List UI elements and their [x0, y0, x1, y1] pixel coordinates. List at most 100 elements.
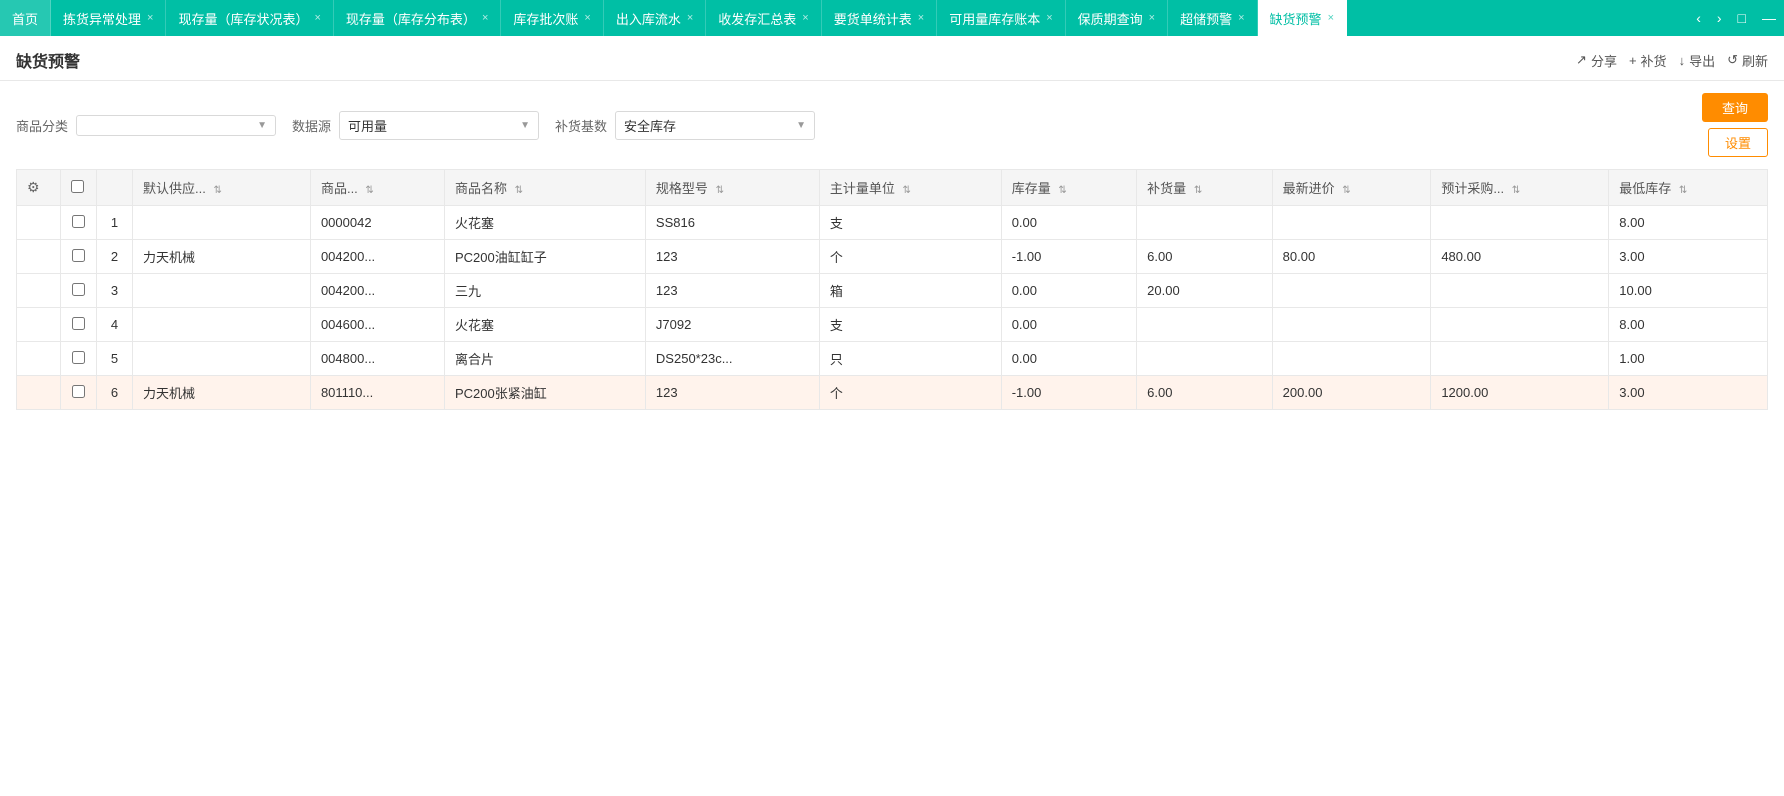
row-select-3[interactable]: [72, 317, 85, 330]
row-select-4[interactable]: [72, 351, 85, 364]
row-spec-0: SS816: [645, 206, 819, 240]
tab-shortage[interactable]: 缺货预警 ×: [1258, 0, 1347, 36]
tab-close-stock-status[interactable]: ×: [314, 12, 320, 24]
col-header-est-purchase[interactable]: 预计采购... ⇅: [1431, 170, 1609, 206]
row-checkbox-1[interactable]: [61, 240, 97, 274]
row-stock-2: 0.00: [1001, 274, 1136, 308]
tab-close-avail-ledger[interactable]: ×: [1046, 12, 1052, 24]
row-no-2: 3: [97, 274, 133, 308]
main-content: 缺货预警 ↗ 分享 + 补货 ↓ 导出 ↺ 刷新 商品分类: [0, 36, 1784, 796]
tab-stock-status[interactable]: 现存量（库存状况表） ×: [166, 0, 333, 36]
tab-next-button[interactable]: ›: [1709, 10, 1730, 26]
share-button[interactable]: ↗ 分享: [1576, 51, 1617, 70]
replenish-base-dropdown-icon: ▼: [796, 120, 806, 131]
settings-button[interactable]: 设置: [1708, 128, 1768, 157]
row-unit-5: 个: [819, 376, 1001, 410]
tab-inout-flow[interactable]: 出入库流水 ×: [604, 0, 706, 36]
datasource-select[interactable]: 可用量 ▼: [339, 111, 539, 140]
row-spec-2: 123: [645, 274, 819, 308]
tab-close-inout-flow[interactable]: ×: [687, 12, 693, 24]
table-row: 1 0000042 火花塞 SS816 支 0.00 8.00: [17, 206, 1768, 240]
row-checkbox-4[interactable]: [61, 342, 97, 376]
row-no-5: 6: [97, 376, 133, 410]
row-unit-0: 支: [819, 206, 1001, 240]
row-checkbox-3[interactable]: [61, 308, 97, 342]
sort-unit-icon: ⇅: [903, 185, 911, 196]
row-goods-name-3: 火花塞: [445, 308, 646, 342]
row-settings-0: [17, 206, 61, 240]
row-min-stock-0: 8.00: [1609, 206, 1768, 240]
row-goods-code-1: 004200...: [310, 240, 444, 274]
tab-stock-dist[interactable]: 现存量（库存分布表） ×: [334, 0, 501, 36]
col-header-latest-price[interactable]: 最新进价 ⇅: [1272, 170, 1431, 206]
tab-close-process[interactable]: ×: [147, 12, 153, 24]
row-select-0[interactable]: [72, 215, 85, 228]
row-goods-code-5: 801110...: [310, 376, 444, 410]
category-select[interactable]: ▼: [76, 115, 276, 136]
row-stock-1: -1.00: [1001, 240, 1136, 274]
col-header-goods-name[interactable]: 商品名称 ⇅: [445, 170, 646, 206]
replenish-base-filter-group: 补货基数 安全库存 ▼: [555, 111, 815, 140]
row-goods-name-4: 离合片: [445, 342, 646, 376]
col-header-min-stock[interactable]: 最低库存 ⇅: [1609, 170, 1768, 206]
tab-avail-ledger[interactable]: 可用量库存账本 ×: [937, 0, 1065, 36]
tab-close-stock-dist[interactable]: ×: [482, 12, 488, 24]
sort-spec-icon: ⇅: [716, 185, 724, 196]
tab-close-overstock[interactable]: ×: [1238, 12, 1244, 24]
row-replenish-5: 6.00: [1137, 376, 1272, 410]
col-header-no: [97, 170, 133, 206]
row-select-5[interactable]: [72, 385, 85, 398]
row-spec-1: 123: [645, 240, 819, 274]
refresh-button[interactable]: ↺ 刷新: [1727, 51, 1768, 70]
query-button[interactable]: 查询: [1702, 93, 1768, 122]
row-stock-3: 0.00: [1001, 308, 1136, 342]
col-header-goods-code[interactable]: 商品... ⇅: [310, 170, 444, 206]
tab-expiry-query[interactable]: 保质期查询 ×: [1066, 0, 1168, 36]
row-checkbox-0[interactable]: [61, 206, 97, 240]
row-stock-5: -1.00: [1001, 376, 1136, 410]
tab-close-shortage[interactable]: ×: [1328, 12, 1334, 24]
tab-batch-account[interactable]: 库存批次账 ×: [501, 0, 603, 36]
tab-overstock[interactable]: 超储预警 ×: [1168, 0, 1257, 36]
row-supplier-3: [133, 308, 311, 342]
col-header-supplier[interactable]: 默认供应... ⇅: [133, 170, 311, 206]
row-checkbox-2[interactable]: [61, 274, 97, 308]
sort-goods-code-icon: ⇅: [365, 185, 373, 196]
tab-close-expiry-query[interactable]: ×: [1149, 12, 1155, 24]
row-checkbox-5[interactable]: [61, 376, 97, 410]
export-button[interactable]: ↓ 导出: [1679, 51, 1716, 70]
select-all-checkbox[interactable]: [71, 180, 84, 193]
row-latest-price-5: 200.00: [1272, 376, 1431, 410]
col-header-unit[interactable]: 主计量单位 ⇅: [819, 170, 1001, 206]
row-supplier-1: 力天机械: [133, 240, 311, 274]
tab-maximize-button[interactable]: □: [1730, 10, 1754, 26]
table-row: 2 力天机械 004200... PC200油缸缸子 123 个 -1.00 6…: [17, 240, 1768, 274]
tab-process[interactable]: 拣货异常处理 ×: [51, 0, 166, 36]
row-select-1[interactable]: [72, 249, 85, 262]
settings-gear-icon[interactable]: ⚙: [27, 179, 40, 195]
row-est-purchase-4: [1431, 342, 1609, 376]
tab-close-recv-summary[interactable]: ×: [802, 12, 808, 24]
sort-min-stock-icon: ⇅: [1679, 185, 1687, 196]
replenish-button[interactable]: + 补货: [1629, 51, 1667, 70]
share-icon: ↗: [1576, 52, 1587, 68]
row-min-stock-4: 1.00: [1609, 342, 1768, 376]
col-header-stock[interactable]: 库存量 ⇅: [1001, 170, 1136, 206]
filter-actions: 查询 设置: [1702, 93, 1768, 157]
page-title: 缺货预警: [16, 48, 80, 72]
col-header-settings: ⚙: [17, 170, 61, 206]
tab-order-stat[interactable]: 要货单统计表 ×: [822, 0, 937, 36]
row-select-2[interactable]: [72, 283, 85, 296]
tab-home[interactable]: 首页: [0, 0, 51, 36]
tab-prev-button[interactable]: ‹: [1688, 10, 1709, 26]
tab-recv-summary[interactable]: 收发存汇总表 ×: [706, 0, 821, 36]
sort-latest-price-icon: ⇅: [1342, 185, 1350, 196]
tab-minimize-button[interactable]: —: [1754, 10, 1784, 26]
replenish-base-select[interactable]: 安全库存 ▼: [615, 111, 815, 140]
col-header-replenish[interactable]: 补货量 ⇅: [1137, 170, 1272, 206]
tab-close-order-stat[interactable]: ×: [918, 12, 924, 24]
tab-close-batch-account[interactable]: ×: [584, 12, 590, 24]
datasource-dropdown-icon: ▼: [520, 120, 530, 131]
row-goods-name-0: 火花塞: [445, 206, 646, 240]
col-header-spec[interactable]: 规格型号 ⇅: [645, 170, 819, 206]
